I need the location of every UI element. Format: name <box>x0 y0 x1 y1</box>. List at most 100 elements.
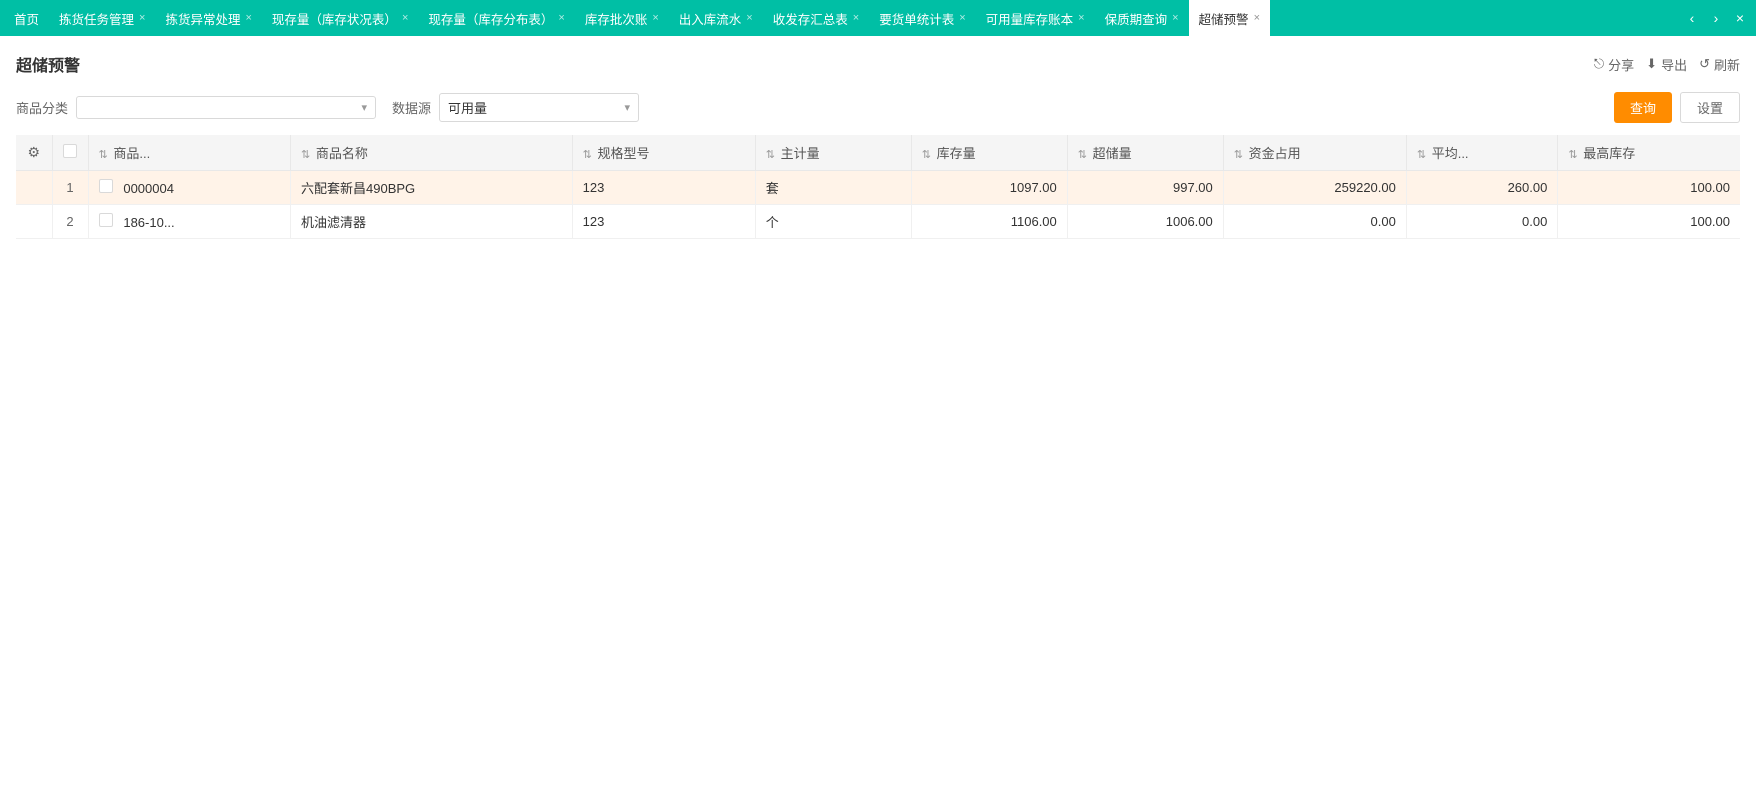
table-row: 1 0000004 六配套新昌490BPG 123 套 1097.00 997.… <box>16 171 1740 205</box>
nav-item-expiry[interactable]: 保质期查询 × <box>1095 0 1189 36</box>
close-icon[interactable]: × <box>1254 12 1260 24</box>
sort-icon: ⇅ <box>583 149 592 161</box>
sort-icon: ⇅ <box>922 149 931 161</box>
row-product-name: 机油滤清器 <box>291 205 573 239</box>
close-icon[interactable]: × <box>1078 12 1084 24</box>
chevron-down-icon: ▾ <box>361 101 367 114</box>
sort-icon: ⇅ <box>1568 149 1577 161</box>
page-header: 超储预警 ⎋ 分享 ⬇ 导出 ↺ 刷新 <box>16 52 1740 76</box>
row-stock: 1106.00 <box>911 205 1067 239</box>
nav-item-exception[interactable]: 拣货异常处理 × <box>155 0 261 36</box>
row-overstock: 997.00 <box>1067 171 1223 205</box>
page-title: 超储预警 <box>16 52 80 76</box>
sort-icon: ⇅ <box>99 149 108 161</box>
col-avg-header[interactable]: ⇅ 平均... <box>1406 135 1557 171</box>
row-unit: 套 <box>755 171 911 205</box>
nav-item-stock-status[interactable]: 现存量（库存状况表） × <box>262 0 418 36</box>
close-icon[interactable]: × <box>652 12 658 24</box>
close-icon[interactable]: × <box>402 12 408 24</box>
category-label: 商品分类 <box>16 98 68 117</box>
col-capital-header[interactable]: ⇅ 资金占用 <box>1223 135 1406 171</box>
nav-arrow-left[interactable]: ‹ <box>1680 0 1704 36</box>
nav-arrow-right[interactable]: › <box>1704 0 1728 36</box>
close-icon[interactable]: × <box>746 12 752 24</box>
data-source-value: 可用量 <box>448 98 487 117</box>
category-filter: 商品分类 ▾ <box>16 96 376 119</box>
row-spec: 123 <box>572 205 755 239</box>
col-product-code-header[interactable]: ⇅ 商品... <box>88 135 291 171</box>
table-row: 2 186-10... 机油滤清器 123 个 1106.00 1006.00 … <box>16 205 1740 239</box>
row-checkbox[interactable] <box>99 179 113 193</box>
data-source-label: 数据源 <box>392 98 431 117</box>
sort-icon: ⇅ <box>301 149 310 161</box>
row-checkbox-cell: 0000004 <box>88 171 291 205</box>
data-source-select[interactable]: 可用量 ▾ <box>439 93 639 122</box>
row-checkbox-cell: 186-10... <box>88 205 291 239</box>
nav-item-summary[interactable]: 收发存汇总表 × <box>763 0 869 36</box>
row-capital: 259220.00 <box>1223 171 1406 205</box>
nav-item-inout-flow[interactable]: 出入库流水 × <box>669 0 763 36</box>
row-checkbox[interactable] <box>99 213 113 227</box>
share-button[interactable]: ⎋ 分享 <box>1594 55 1634 74</box>
col-max-stock-header[interactable]: ⇅ 最高库存 <box>1558 135 1740 171</box>
sort-icon: ⇅ <box>1234 149 1243 161</box>
data-source-filter: 数据源 可用量 ▾ <box>392 93 639 122</box>
chevron-down-icon: ▾ <box>625 101 631 114</box>
row-max-stock: 100.00 <box>1558 205 1740 239</box>
row-num: 2 <box>52 205 88 239</box>
close-icon[interactable]: × <box>853 12 859 24</box>
col-overstock-header[interactable]: ⇅ 超储量 <box>1067 135 1223 171</box>
share-icon: ⎋ <box>1594 56 1604 72</box>
row-overstock: 1006.00 <box>1067 205 1223 239</box>
nav-item-available-stock[interactable]: 可用量库存账本 × <box>976 0 1095 36</box>
nav-item-home[interactable]: 首页 <box>4 0 49 36</box>
refresh-icon: ↺ <box>1699 56 1710 72</box>
table-body: 1 0000004 六配套新昌490BPG 123 套 1097.00 997.… <box>16 171 1740 239</box>
close-icon[interactable]: × <box>245 12 251 24</box>
col-unit-header[interactable]: ⇅ 主计量 <box>755 135 911 171</box>
close-icon[interactable]: × <box>139 12 145 24</box>
select-all-checkbox[interactable] <box>63 144 77 158</box>
nav-item-overstock[interactable]: 超储预警 × <box>1189 0 1270 36</box>
row-avg: 0.00 <box>1406 205 1557 239</box>
settings-icon: ⚙ <box>27 144 40 160</box>
sort-icon: ⇅ <box>1078 149 1087 161</box>
nav-item-batch[interactable]: 库存批次账 × <box>575 0 669 36</box>
row-stock: 1097.00 <box>911 171 1067 205</box>
col-product-name-header[interactable]: ⇅ 商品名称 <box>291 135 573 171</box>
data-table: ⚙ ⇅ 商品... ⇅ 商品名称 ⇅ 规格型号 ⇅ <box>16 135 1740 239</box>
row-unit: 个 <box>755 205 911 239</box>
top-navigation: 首页 拣货任务管理 × 拣货异常处理 × 现存量（库存状况表） × 现存量（库存… <box>0 0 1756 36</box>
col-checkbox-header[interactable] <box>52 135 88 171</box>
close-icon[interactable]: × <box>1172 12 1178 24</box>
query-button[interactable]: 查询 <box>1614 92 1672 123</box>
col-stock-header[interactable]: ⇅ 库存量 <box>911 135 1067 171</box>
sort-icon: ⇅ <box>1417 149 1426 161</box>
nav-item-task-mgmt[interactable]: 拣货任务管理 × <box>49 0 155 36</box>
nav-arrow-group: ‹ › × <box>1680 0 1752 36</box>
export-icon: ⬇ <box>1646 56 1657 72</box>
row-product-name: 六配套新昌490BPG <box>291 171 573 205</box>
close-icon[interactable]: × <box>558 12 564 24</box>
category-select[interactable]: ▾ <box>76 96 376 119</box>
nav-item-stock-dist[interactable]: 现存量（库存分布表） × <box>418 0 574 36</box>
col-spec-header[interactable]: ⇅ 规格型号 <box>572 135 755 171</box>
row-capital: 0.00 <box>1223 205 1406 239</box>
nav-item-order-stats[interactable]: 要货单统计表 × <box>869 0 975 36</box>
row-avg: 260.00 <box>1406 171 1557 205</box>
row-num: 1 <box>52 171 88 205</box>
export-button[interactable]: ⬇ 导出 <box>1646 55 1687 74</box>
filter-row: 商品分类 ▾ 数据源 可用量 ▾ 查询 设置 <box>16 92 1740 123</box>
close-icon[interactable]: × <box>959 12 965 24</box>
row-max-stock: 100.00 <box>1558 171 1740 205</box>
col-settings-header[interactable]: ⚙ <box>16 135 52 171</box>
table-header: ⚙ ⇅ 商品... ⇅ 商品名称 ⇅ 规格型号 ⇅ <box>16 135 1740 171</box>
row-settings <box>16 205 52 239</box>
sort-icon: ⇅ <box>766 149 775 161</box>
row-spec: 123 <box>572 171 755 205</box>
header-actions: ⎋ 分享 ⬇ 导出 ↺ 刷新 <box>1594 55 1740 74</box>
settings-button[interactable]: 设置 <box>1680 92 1740 123</box>
refresh-button[interactable]: ↺ 刷新 <box>1699 55 1740 74</box>
page-content: 超储预警 ⎋ 分享 ⬇ 导出 ↺ 刷新 商品分类 ▾ 数据源 <box>0 36 1756 800</box>
nav-arrow-close[interactable]: × <box>1728 0 1752 36</box>
